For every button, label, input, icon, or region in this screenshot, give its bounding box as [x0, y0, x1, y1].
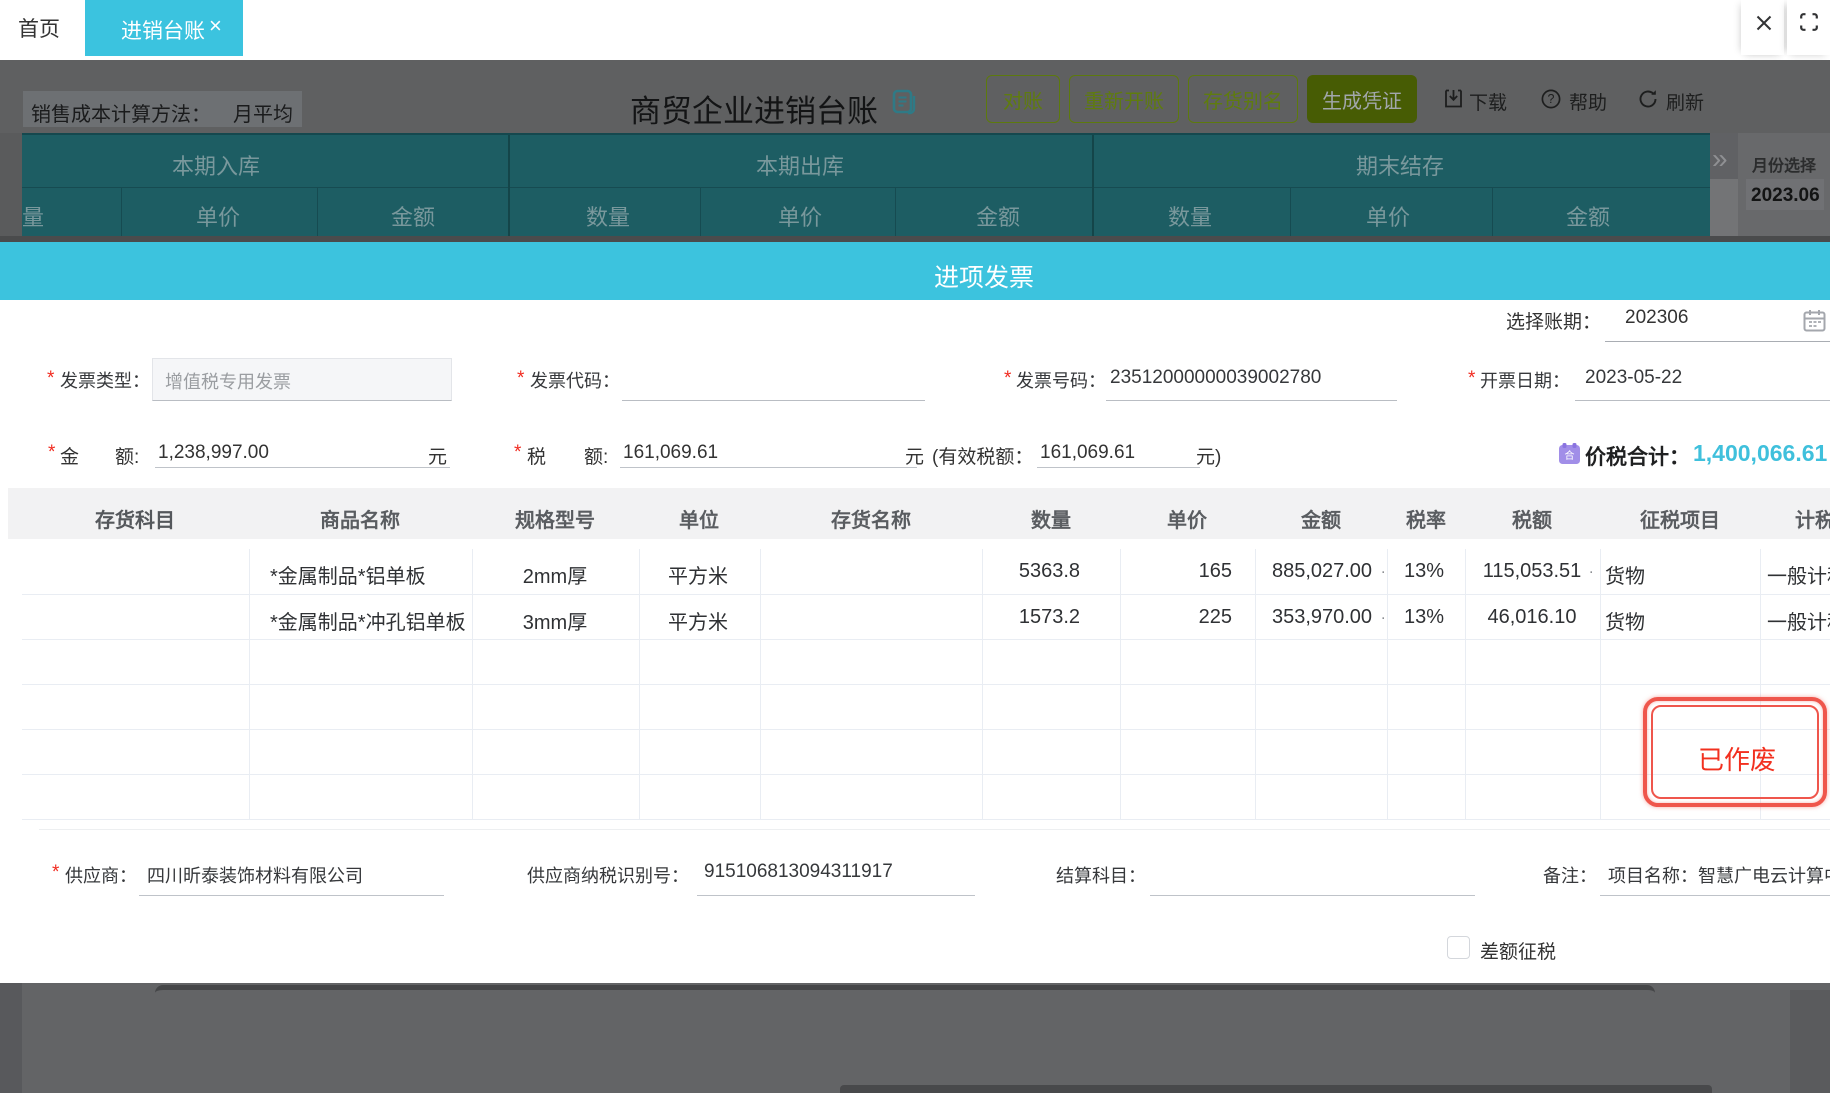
svg-text:合: 合: [1565, 449, 1575, 462]
svg-text:?: ?: [1548, 92, 1555, 106]
